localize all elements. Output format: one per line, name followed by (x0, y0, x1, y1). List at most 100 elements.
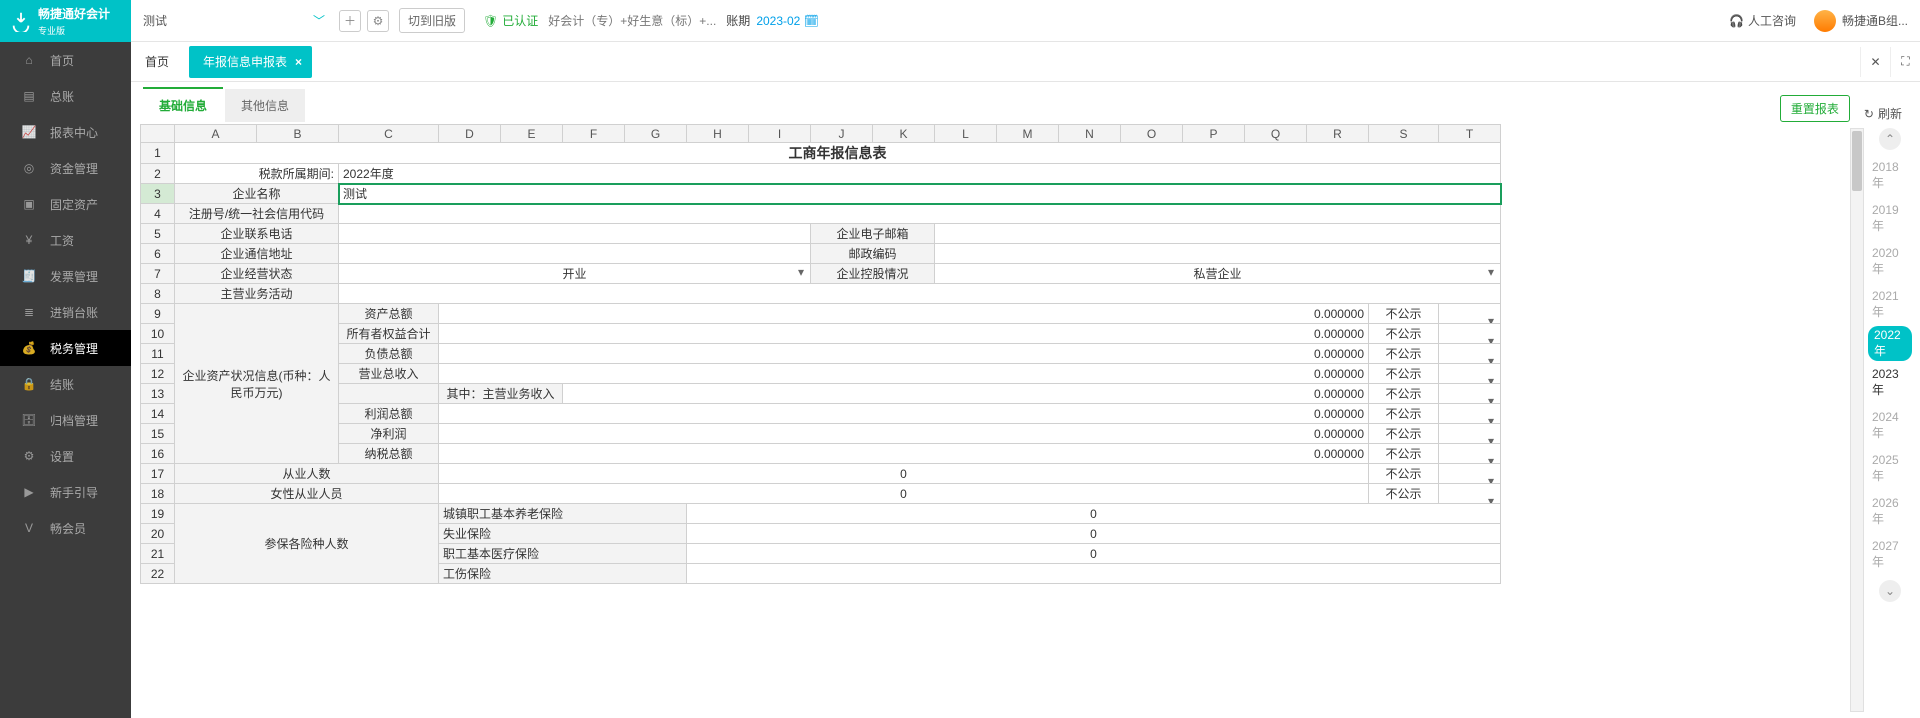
tab-annual-report[interactable]: 年报信息申报表 × (189, 46, 312, 78)
subtab-other[interactable]: 其他信息 (225, 89, 305, 122)
chevron-down-icon: ﹀ (313, 12, 325, 29)
nav-home[interactable]: ⌂ 首页 (0, 42, 131, 78)
fullscreen-button[interactable]: ⛶ (1890, 47, 1920, 77)
refresh-button[interactable]: ↻ 刷新 (1864, 105, 1902, 122)
year-item-current[interactable]: 2022年 (1868, 326, 1912, 361)
nav-label: 资金管理 (50, 160, 98, 177)
brand-logo: 畅捷通好会计 专业版 (0, 0, 131, 42)
year-rail: ⌃ 2018年 2019年 2020年 2021年 2022年 2023年 20… (1868, 124, 1912, 606)
holding-select[interactable]: 私营企业 (935, 264, 1501, 284)
year-item[interactable]: 2023年 (1868, 361, 1912, 404)
nav-label: 结账 (50, 376, 74, 393)
nav-label: 新手引导 (50, 484, 98, 501)
subtab-base[interactable]: 基础信息 (143, 87, 223, 122)
scrollbar-thumb[interactable] (1852, 131, 1862, 191)
brand-name: 畅捷通好会计 (38, 5, 110, 22)
nav-inventory[interactable]: ≣ 进销台账 (0, 294, 131, 330)
nav-invoice[interactable]: 🧾 发票管理 (0, 258, 131, 294)
nav-salary[interactable]: ¥ 工资 (0, 222, 131, 258)
reg-code-cell[interactable] (339, 204, 1501, 224)
money-icon: ¥ (20, 231, 38, 249)
year-item[interactable]: 2026年 (1868, 490, 1912, 533)
nav-label: 设置 (50, 448, 74, 465)
column-headers: ABCDEFGHIJKLMNOPQRST (141, 125, 1501, 143)
tabs-row: 首页 年报信息申报表 × ✕ ⛶ (131, 42, 1920, 82)
period-value: 2023-02 (756, 14, 800, 28)
product-name: 好会计（专）+好生意（标）+... (548, 12, 716, 29)
nav-label: 工资 (50, 232, 74, 249)
lock-icon: 🔒 (20, 375, 38, 393)
reg-code-label: 注册号/统一社会信用代码 (175, 204, 339, 224)
reset-button[interactable]: 重置报表 (1780, 95, 1850, 122)
year-item[interactable]: 2021年 (1868, 283, 1912, 326)
nav-settings[interactable]: ⚙ 设置 (0, 438, 131, 474)
add-button[interactable]: ＋ (339, 10, 361, 32)
year-item[interactable]: 2018年 (1868, 154, 1912, 197)
tab-home[interactable]: 首页 (131, 42, 183, 82)
nav-label: 畅会员 (50, 520, 86, 537)
hs-label: 人工咨询 (1748, 12, 1796, 29)
nav-label: 首页 (50, 52, 74, 69)
refresh-label: 刷新 (1878, 105, 1902, 122)
nav-archive[interactable]: 🗄 归档管理 (0, 402, 131, 438)
year-down-button[interactable]: ⌄ (1879, 580, 1901, 602)
chart-icon: 📈 (20, 123, 38, 141)
invoice-icon: 🧾 (20, 267, 38, 285)
nav-ledger[interactable]: ▤ 总账 (0, 78, 131, 114)
company-name-label: 企业名称 (175, 184, 339, 204)
year-item[interactable]: 2027年 (1868, 533, 1912, 576)
nav-label: 固定资产 (50, 196, 98, 213)
account-selector[interactable]: 测试 ﹀ (143, 12, 333, 29)
switch-old-button[interactable]: 切到旧版 (399, 8, 465, 33)
play-icon: ▶ (20, 483, 38, 501)
sheet-area[interactable]: ABCDEFGHIJKLMNOPQRST 1工商年报信息表 2税款所属期间:20… (140, 124, 1860, 718)
settings-button[interactable]: ⚙ (367, 10, 389, 32)
nav-label: 进销台账 (50, 304, 98, 321)
nav-label: 发票管理 (50, 268, 98, 285)
nav-funds[interactable]: ◎ 资金管理 (0, 150, 131, 186)
sidebar: 畅捷通好会计 专业版 ⌂ 首页 ▤ 总账 📈 报表中心 ◎ 资金管理 ▣ 固定资产 ¥ 工资… (0, 0, 131, 718)
archive-icon: 🗄 (20, 411, 38, 429)
inventory-icon: ≣ (20, 303, 38, 321)
tax-period: 2022年度 (339, 164, 1501, 184)
nav-member[interactable]: V畅会员 (0, 510, 131, 546)
tax-period-label: 税款所属期间: (175, 164, 339, 184)
coin-icon: ◎ (20, 159, 38, 177)
nav-label: 税务管理 (50, 340, 98, 357)
year-item[interactable]: 2025年 (1868, 447, 1912, 490)
year-item[interactable]: 2020年 (1868, 240, 1912, 283)
period-picker[interactable]: 2023-02 🗓 (756, 14, 819, 28)
nav-guide[interactable]: ▶ 新手引导 (0, 474, 131, 510)
year-up-button[interactable]: ⌃ (1879, 128, 1901, 150)
year-item[interactable]: 2019年 (1868, 197, 1912, 240)
nav-label: 总账 (50, 88, 74, 105)
nav-fixed-assets[interactable]: ▣ 固定资产 (0, 186, 131, 222)
shield-icon: 🛡 (483, 14, 498, 28)
close-icon[interactable]: × (295, 55, 302, 69)
nav-tax[interactable]: 💰税务管理 (0, 330, 131, 366)
year-item[interactable]: 2024年 (1868, 404, 1912, 447)
nav-label: 归档管理 (50, 412, 98, 429)
cert-text: 已认证 (502, 12, 538, 29)
home-icon: ⌂ (20, 51, 38, 69)
company-name-cell[interactable]: 测试 (339, 184, 1501, 204)
brand-edition: 专业版 (38, 24, 110, 37)
vertical-scrollbar[interactable] (1850, 128, 1864, 712)
ledger-icon: ▤ (20, 87, 38, 105)
nav-reports[interactable]: 📈 报表中心 (0, 114, 131, 150)
nav-close[interactable]: 🔒 结账 (0, 366, 131, 402)
cert-badge: 🛡 已认证 (483, 12, 538, 29)
nav-label: 报表中心 (50, 124, 98, 141)
spreadsheet[interactable]: ABCDEFGHIJKLMNOPQRST 1工商年报信息表 2税款所属期间:20… (140, 124, 1501, 584)
user-name[interactable]: 畅捷通B组... (1842, 12, 1908, 29)
topbar: 测试 ﹀ ＋ ⚙ 切到旧版 🛡已认证 好会计（专）+好生意（标）+... 账期 … (131, 0, 1920, 42)
box-icon: ▣ (20, 195, 38, 213)
account-name: 测试 (143, 12, 167, 29)
subtabs-row: 基础信息 其他信息 重置报表 ↻ 刷新 (131, 82, 1920, 122)
gear-icon: ⚙ (20, 447, 38, 465)
human-service-link[interactable]: 🎧 人工咨询 (1729, 12, 1796, 29)
period-label: 账期 (726, 12, 750, 29)
status-select[interactable]: 开业 (339, 264, 811, 284)
close-all-button[interactable]: ✕ (1860, 47, 1890, 77)
avatar[interactable] (1814, 10, 1836, 32)
